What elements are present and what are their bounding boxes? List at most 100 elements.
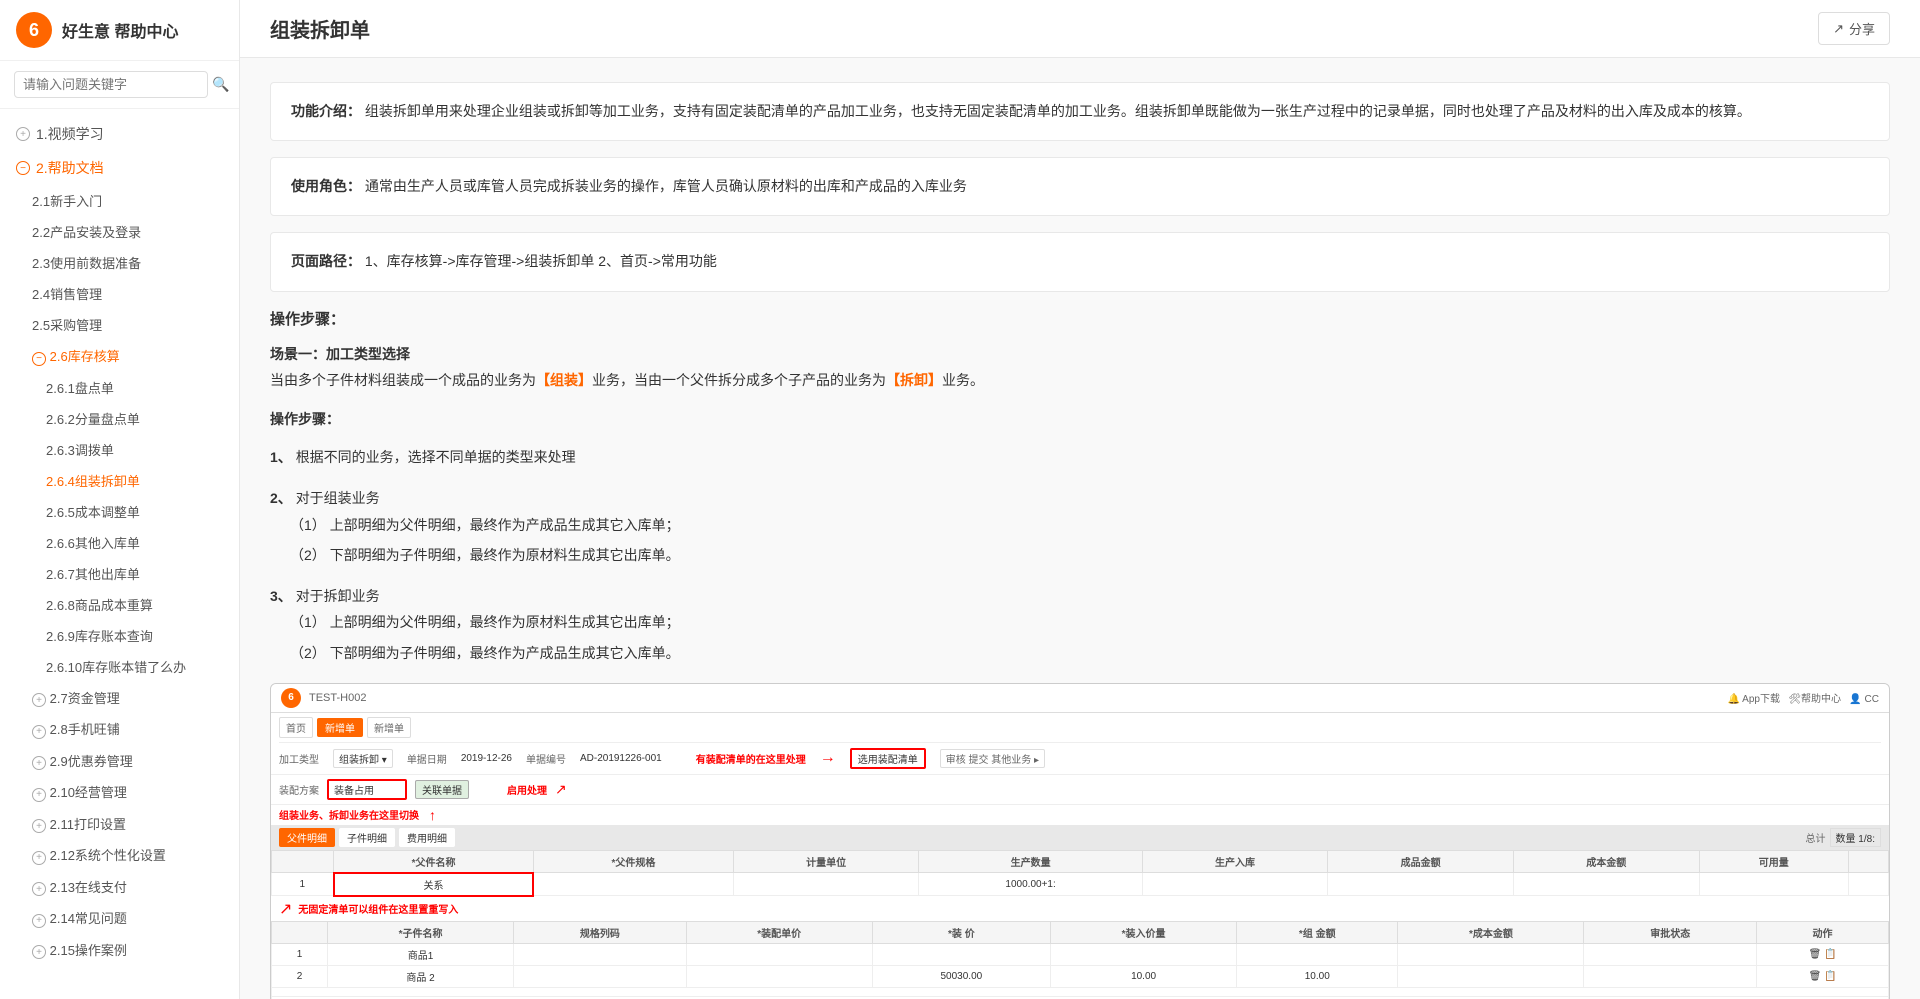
step1-num: 1、 — [270, 449, 292, 465]
col-produce-in: 生产入库 — [1142, 850, 1328, 873]
sidebar-item-label: 2.6.6其他入库单 — [46, 536, 140, 551]
sidebar-item-data[interactable]: 2.3使用前数据准备 — [0, 247, 239, 278]
disassembly-sub2-num: （2） — [290, 645, 326, 661]
screenshot-form-row: 加工类型 组装拆卸 ▾ 单据日期 2019-12-26 单据编号 AD-2019… — [279, 743, 1881, 774]
disassembly-sub1: （1） 上部明细为父件明细，最终作为原材料生成其它出库单； — [290, 609, 1890, 636]
child-row1-amount — [1237, 943, 1398, 965]
assembly-sub2: （2） 下部明细为子件明细，最终作为原材料生成其它出库单。 — [290, 542, 1890, 569]
screenshot-date-value: 2019-12-26 — [461, 753, 512, 764]
assembly-sub2-text: 下部明细为子件明细，最终作为原材料生成其它出库单。 — [330, 547, 680, 563]
sidebar-item-label: 2.10经营管理 — [50, 785, 127, 800]
sidebar-item-label: 2.6.1盘点单 — [46, 381, 114, 396]
path-block: 页面路径： 1、库存核算->库存管理->组装拆卸单 2、首页->常用功能 — [270, 232, 1890, 291]
child-row2-check: 2 — [272, 965, 328, 987]
sidebar-item-split[interactable]: 2.6.2分量盘点单 — [0, 403, 239, 434]
sidebar-item-faq[interactable]: + 2.14常见问题 — [0, 902, 239, 934]
col-c-spec: 规格列码 — [514, 921, 687, 943]
child-row2-spec — [514, 965, 687, 987]
col-c-status: 审批状态 — [1584, 921, 1757, 943]
app-name: 好生意 帮助中心 — [62, 18, 178, 42]
share-button[interactable]: ↗ 分享 — [1818, 12, 1890, 45]
search-input[interactable] — [14, 71, 208, 98]
annotation1-text: 有装配清单的在这里处理 — [696, 751, 806, 766]
sidebar-item-stock-check[interactable]: 2.6.9库存账本查询 — [0, 620, 239, 651]
assembly-sub1: （1） 上部明细为父件明细，最终作为产成品生成其它入库单； — [290, 512, 1890, 539]
col-parent-spec: *父件规格 — [533, 850, 733, 873]
step1-text: 1、 根据不同的业务，选择不同单据的类型来处理 — [270, 444, 1890, 471]
disassembly-sub1-text: 上部明细为父件明细，最终作为原材料生成其它出库单； — [330, 614, 680, 630]
child-row1-qty — [1051, 943, 1237, 965]
sidebar-item-system[interactable]: + 2.12系统个性化设置 — [0, 839, 239, 871]
sidebar-item-purchase[interactable]: 2.5采购管理 — [0, 309, 239, 340]
sidebar-item-goods-cost[interactable]: 2.6.8商品成本重算 — [0, 589, 239, 620]
scene1-desc-mid: 业务，当由一个父件拆分成多个子产品的业务为 — [592, 372, 886, 388]
col-c-cost: *成本金额 — [1398, 921, 1584, 943]
expand-icon: + — [32, 788, 46, 802]
step2-content: 对于组装业务 — [296, 490, 380, 506]
sidebar-item-ops[interactable]: + 2.10经营管理 — [0, 776, 239, 808]
sidebar-item-mobile[interactable]: + 2.8手机旺铺 — [0, 713, 239, 745]
sidebar-item-other-out[interactable]: 2.6.7其他出库单 — [0, 558, 239, 589]
screenshot-tab-active: 新增单 — [317, 718, 363, 737]
annotation4-arrow: ↑ — [429, 807, 436, 823]
sidebar-item-print[interactable]: + 2.11打印设置 — [0, 808, 239, 840]
screenshot-appid: TEST-H002 — [309, 692, 366, 704]
sidebar-item-video[interactable]: + 1.视频学习 — [0, 117, 239, 151]
assembly-sub1-text: 上部明细为父件明细，最终作为产成品生成其它入库单； — [330, 517, 680, 533]
sidebar-item-label: 2.6.3调拨单 — [46, 443, 114, 458]
step3-content: 对于拆卸业务 — [296, 588, 380, 604]
sidebar-item-assembly[interactable]: 2.6.4组装拆卸单 — [0, 465, 239, 496]
sidebar-item-new[interactable]: 2.1新手入门 — [0, 185, 239, 216]
screenshot-type-select: 组装拆卸 ▾ — [333, 749, 393, 768]
sidebar-item-inventory[interactable]: − 2.6库存核算 — [0, 340, 239, 372]
sidebar-item-finance[interactable]: + 2.7资金管理 — [0, 682, 239, 714]
page-title: 组装拆卸单 — [270, 14, 370, 43]
sidebar-header: 6 好生意 帮助中心 — [0, 0, 239, 61]
sidebar-item-docs[interactable]: − 2.帮助文档 — [0, 151, 239, 185]
col-c-val: *装 价 — [872, 921, 1051, 943]
col-c-qty: *装入价量 — [1051, 921, 1237, 943]
child-row2-name: 商品 2 — [328, 965, 514, 987]
child-row2-action: 🗑 📋 — [1757, 965, 1889, 987]
sidebar-item-label: 2.2产品安装及登录 — [32, 225, 141, 240]
sidebar-item-pay[interactable]: + 2.13在线支付 — [0, 871, 239, 903]
parent-row-1: 1 关系 1000.00+1: — [272, 873, 1889, 896]
search-button[interactable]: 🔍 — [212, 76, 229, 93]
child-row1-price — [686, 943, 872, 965]
sidebar-item-label: 2.6.4组装拆卸单 — [46, 474, 140, 489]
screenshot-tab-home: 首页 — [279, 717, 313, 738]
child-row-1: 1 商品1 🗑 📋 — [272, 943, 1889, 965]
sidebar-item-cost[interactable]: 2.6.5成本调整单 — [0, 496, 239, 527]
screenshot-nav-icons: 🔔 App下载 🛠帮助中心 👤 CC — [1727, 690, 1879, 705]
screenshot-inner-tab3: 费用明细 — [399, 828, 455, 847]
content-area: 功能介绍： 组装拆卸单用来处理企业组装或拆卸等加工业务，支持有固定装配清单的产品… — [240, 58, 1920, 999]
screenshot-topbar: 6 TEST-H002 🔔 App下载 🛠帮助中心 👤 CC — [271, 684, 1889, 713]
sidebar-item-coupon[interactable]: + 2.9优惠券管理 — [0, 745, 239, 777]
expand-icon: + — [32, 882, 46, 896]
sidebar-item-label: 2.14常见问题 — [50, 911, 127, 926]
sidebar-item-install[interactable]: 2.2产品安装及登录 — [0, 216, 239, 247]
step2-block: 2、 对于组装业务 （1） 上部明细为父件明细，最终作为产成品生成其它入库单； … — [270, 485, 1890, 569]
sidebar-item-other-in[interactable]: 2.6.6其他入库单 — [0, 527, 239, 558]
screenshot-annotation5-row: ↗ 无固定清单可以组件在这里置重写入 — [271, 897, 1889, 921]
sidebar-item-cases[interactable]: + 2.15操作案例 — [0, 934, 239, 966]
expand-icon: + — [32, 914, 46, 928]
expand-icon: + — [32, 693, 46, 707]
disassembly-sub1-num: （1） — [290, 614, 326, 630]
path-content: 1、库存核算->库存管理->组装拆卸单 2、首页->常用功能 — [365, 253, 717, 269]
disassembly-substeps: （1） 上部明细为父件明细，最终作为原材料生成其它出库单； （2） 下部明细为子… — [270, 609, 1890, 666]
sidebar-item-account-err[interactable]: 2.6.10库存账本错了么办 — [0, 651, 239, 682]
sidebar-item-adjust[interactable]: 2.6.3调拨单 — [0, 434, 239, 465]
sidebar-item-sales[interactable]: 2.4销售管理 — [0, 278, 239, 309]
col-parent-name: *父件名称 — [334, 850, 534, 873]
assembly-label: 【组装】 — [536, 372, 592, 388]
sidebar-item-stocktake[interactable]: 2.6.1盘点单 — [0, 372, 239, 403]
disassembly-label: 【拆卸】 — [886, 372, 942, 388]
assembly-substeps: （1） 上部明细为父件明细，最终作为产成品生成其它入库单； （2） 下部明细为子… — [270, 512, 1890, 569]
top-bar: 组装拆卸单 ↗ 分享 — [240, 0, 1920, 58]
expand-icon: + — [32, 945, 46, 959]
role-block: 使用角色： 通常由生产人员或库管人员完成拆装业务的操作，库管人员确认原材料的出库… — [270, 157, 1890, 216]
annotation5-arrow: ↗ — [279, 899, 292, 919]
sidebar-item-label: 1.视频学习 — [36, 124, 104, 144]
parent-row1-check: 1 — [272, 873, 334, 896]
